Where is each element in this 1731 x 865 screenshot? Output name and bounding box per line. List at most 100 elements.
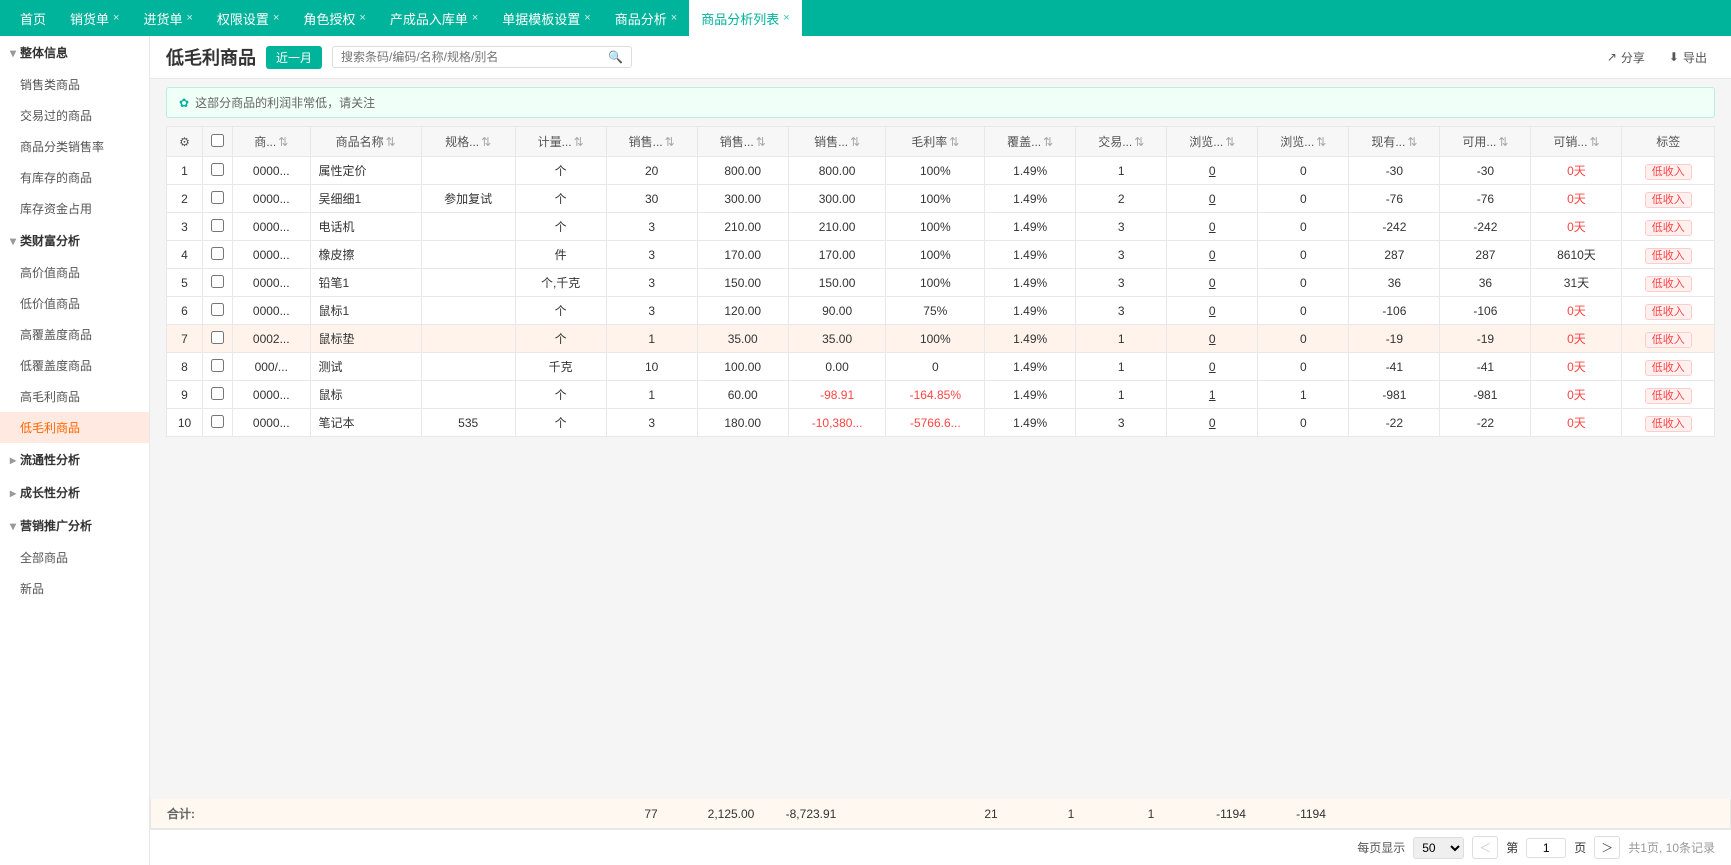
row-browse1[interactable]: 0: [1167, 269, 1258, 297]
sidebar-item-low-value[interactable]: 低价值商品: [0, 288, 149, 319]
close-icon[interactable]: ×: [273, 12, 279, 24]
nav-purchase-order[interactable]: 进货单 ×: [131, 0, 204, 36]
sidebar-section-wealth[interactable]: ▾ 类财富分析: [0, 224, 149, 257]
sidebar-item-stocked-goods[interactable]: 有库存的商品: [0, 162, 149, 193]
row-name[interactable]: 鼠标垫: [310, 325, 421, 353]
col-header-sales3[interactable]: 销售...⇅: [788, 127, 886, 157]
sidebar-item-high-margin[interactable]: 高毛利商品: [0, 381, 149, 412]
row-name[interactable]: 笔记本: [310, 409, 421, 437]
sidebar-item-traded-goods[interactable]: 交易过的商品: [0, 100, 149, 131]
row-browse1[interactable]: 0: [1167, 157, 1258, 185]
sidebar-item-all-goods[interactable]: 全部商品: [0, 542, 149, 573]
nav-product-analysis-list[interactable]: 商品分析列表 ×: [689, 0, 801, 36]
nav-role-auth[interactable]: 角色授权 ×: [291, 0, 377, 36]
row-browse1[interactable]: 0: [1167, 185, 1258, 213]
close-icon[interactable]: ×: [472, 12, 478, 24]
row-sales1: 3: [606, 297, 697, 325]
close-icon[interactable]: ×: [671, 12, 677, 24]
nav-sales-order[interactable]: 销货单 ×: [58, 0, 131, 36]
row-tag: 低收入: [1622, 241, 1715, 269]
col-header-browse2[interactable]: 浏览...⇅: [1258, 127, 1349, 157]
col-header-transaction[interactable]: 交易...⇅: [1076, 127, 1167, 157]
row-gross-rate: 100%: [886, 269, 985, 297]
row-checkbox[interactable]: [211, 247, 224, 260]
select-all-checkbox[interactable]: [211, 134, 224, 147]
row-sales2: 300.00: [697, 185, 788, 213]
row-checkbox[interactable]: [211, 163, 224, 176]
row-checkbox[interactable]: [211, 191, 224, 204]
close-icon[interactable]: ×: [359, 12, 365, 24]
col-header-unit[interactable]: 计量...⇅: [515, 127, 606, 157]
close-icon[interactable]: ×: [113, 12, 119, 24]
close-icon[interactable]: ×: [186, 12, 192, 24]
row-checkbox[interactable]: [211, 415, 224, 428]
row-spec: 535: [421, 409, 515, 437]
sidebar-section-growth[interactable]: ▸ 成长性分析: [0, 476, 149, 509]
col-header-browse1[interactable]: 浏览...⇅: [1167, 127, 1258, 157]
row-name[interactable]: 属性定价: [310, 157, 421, 185]
row-sales3: 800.00: [788, 157, 886, 185]
row-checkbox[interactable]: [211, 387, 224, 400]
col-header-available[interactable]: 可用...⇅: [1440, 127, 1531, 157]
page-number-input[interactable]: [1526, 838, 1566, 858]
sidebar-section-marketing[interactable]: ▾ 营销推广分析: [0, 509, 149, 542]
col-header-sales1[interactable]: 销售...⇅: [606, 127, 697, 157]
row-browse1[interactable]: 0: [1167, 297, 1258, 325]
sidebar-item-category-sales-rate[interactable]: 商品分类销售率: [0, 131, 149, 162]
row-checkbox[interactable]: [211, 303, 224, 316]
row-name[interactable]: 铅笔1: [310, 269, 421, 297]
sidebar-item-sales-goods[interactable]: 销售类商品: [0, 69, 149, 100]
sidebar-item-low-margin[interactable]: 低毛利商品: [0, 412, 149, 443]
row-saleable: 0天: [1531, 157, 1622, 185]
close-icon[interactable]: ×: [584, 12, 590, 24]
sidebar-item-high-value[interactable]: 高价值商品: [0, 257, 149, 288]
nav-permission-settings[interactable]: 权限设置 ×: [205, 0, 291, 36]
col-header-tag[interactable]: 标签: [1622, 127, 1715, 157]
row-browse1[interactable]: 0: [1167, 325, 1258, 353]
sidebar-item-new-goods[interactable]: 新品: [0, 573, 149, 604]
col-header-gross-rate[interactable]: 毛利率⇅: [886, 127, 985, 157]
sidebar-item-high-coverage[interactable]: 高覆盖度商品: [0, 319, 149, 350]
row-checkbox[interactable]: [211, 219, 224, 232]
row-browse1[interactable]: 0: [1167, 409, 1258, 437]
row-checkbox[interactable]: [211, 359, 224, 372]
next-page-button[interactable]: ＞: [1594, 836, 1620, 859]
row-browse1[interactable]: 0: [1167, 213, 1258, 241]
col-header-current[interactable]: 现有...⇅: [1349, 127, 1440, 157]
sidebar-item-inventory-funds[interactable]: 库存资金占用: [0, 193, 149, 224]
row-browse1[interactable]: 1: [1167, 381, 1258, 409]
sidebar-item-low-coverage[interactable]: 低覆盖度商品: [0, 350, 149, 381]
settings-icon[interactable]: ⚙: [179, 135, 190, 149]
sidebar-section-circulation[interactable]: ▸ 流通性分析: [0, 443, 149, 476]
row-name[interactable]: 电话机: [310, 213, 421, 241]
row-name[interactable]: 鼠标: [310, 381, 421, 409]
col-header-code[interactable]: 商...⇅: [233, 127, 311, 157]
row-name[interactable]: 鼠标1: [310, 297, 421, 325]
col-header-coverage[interactable]: 覆盖...⇅: [985, 127, 1076, 157]
per-page-select[interactable]: 50 100 200: [1413, 837, 1464, 859]
col-header-name[interactable]: 商品名称⇅: [310, 127, 421, 157]
prev-page-button[interactable]: ＜: [1472, 836, 1498, 859]
share-button[interactable]: ↗ 分享: [1599, 46, 1653, 69]
sidebar-section-overall[interactable]: ▾ 整体信息: [0, 36, 149, 69]
export-button[interactable]: ⬇ 导出: [1661, 46, 1715, 69]
col-header-spec[interactable]: 规格...⇅: [421, 127, 515, 157]
row-name[interactable]: 吴细细1: [310, 185, 421, 213]
close-icon[interactable]: ×: [783, 12, 789, 24]
col-header-saleable[interactable]: 可销...⇅: [1531, 127, 1622, 157]
row-name[interactable]: 橡皮擦: [310, 241, 421, 269]
nav-template-settings[interactable]: 单据模板设置 ×: [490, 0, 602, 36]
search-input[interactable]: [341, 50, 608, 64]
row-name[interactable]: 测试: [310, 353, 421, 381]
row-browse1[interactable]: 0: [1167, 353, 1258, 381]
search-icon[interactable]: 🔍: [608, 50, 623, 64]
nav-product-inbound[interactable]: 产成品入库单 ×: [378, 0, 490, 36]
nav-product-analysis[interactable]: 商品分析 ×: [603, 0, 689, 36]
row-browse1[interactable]: 0: [1167, 241, 1258, 269]
row-checkbox[interactable]: [211, 331, 224, 344]
nav-home[interactable]: 首页: [8, 0, 58, 36]
row-browse2: 0: [1258, 269, 1349, 297]
row-checkbox[interactable]: [211, 275, 224, 288]
col-header-sales2[interactable]: 销售...⇅: [697, 127, 788, 157]
filter-recent-month[interactable]: 近一月: [266, 46, 322, 69]
